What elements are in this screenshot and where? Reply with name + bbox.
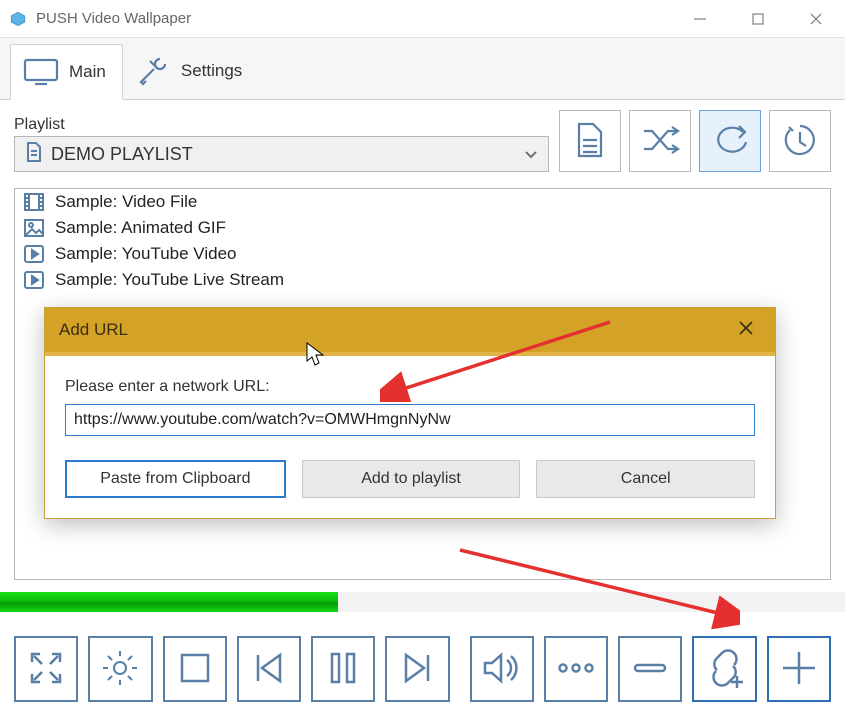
list-item-label: Sample: Video File [55,192,197,212]
list-item-label: Sample: YouTube Video [55,244,236,264]
add-button[interactable] [767,636,831,702]
add-label: Add to playlist [361,470,461,488]
paste-clipboard-button[interactable]: Paste from Clipboard [65,460,286,498]
chevron-down-icon [524,144,538,165]
loop-button[interactable] [699,110,761,172]
title-bar: PUSH Video Wallpaper [0,0,845,38]
playlist-selected: DEMO PLAYLIST [51,144,193,165]
progress-track[interactable] [0,592,845,612]
add-to-playlist-button[interactable]: Add to playlist [302,460,521,498]
bottom-toolbar [0,636,845,702]
url-input[interactable] [65,404,755,436]
list-item[interactable]: Sample: YouTube Live Stream [15,267,830,293]
pause-icon [327,650,359,689]
document-icon [573,120,607,163]
tab-bar: Main Settings [0,38,845,100]
remove-icon [631,661,669,678]
monitor-icon [23,57,59,87]
list-item[interactable]: Sample: YouTube Video [15,241,830,267]
list-item[interactable]: Sample: Animated GIF [15,215,830,241]
tab-settings-label: Settings [181,61,242,81]
film-icon [23,191,45,213]
cancel-button[interactable]: Cancel [536,460,755,498]
timer-button[interactable] [769,110,831,172]
volume-icon [481,650,523,689]
close-icon [738,320,754,341]
list-item-label: Sample: YouTube Live Stream [55,270,284,290]
tools-icon [135,56,171,86]
prev-button[interactable] [237,636,301,702]
play-icon [23,243,45,265]
playlist-select[interactable]: DEMO PLAYLIST [14,136,549,172]
playlist-section: Playlist DEMO PLAYLIST [0,100,845,178]
paste-label: Paste from Clipboard [100,470,250,488]
more-icon [556,661,596,678]
next-icon [398,649,436,690]
prev-icon [250,649,288,690]
fullscreen-button[interactable] [14,636,78,702]
list-item-label: Sample: Animated GIF [55,218,226,238]
close-button[interactable] [787,0,845,37]
list-item[interactable]: Sample: Video File [15,189,830,215]
volume-button[interactable] [470,636,534,702]
window-controls [671,0,845,37]
cancel-label: Cancel [621,470,671,488]
tab-main-label: Main [69,62,106,82]
tab-settings[interactable]: Settings [123,43,258,99]
play-icon [23,269,45,291]
plus-icon [778,647,820,692]
file-icon [25,141,43,168]
dialog-prompt: Please enter a network URL: [65,378,755,396]
add-url-button[interactable] [692,636,756,702]
image-icon [23,217,45,239]
stop-button[interactable] [163,636,227,702]
playlist-new-button[interactable] [559,110,621,172]
tab-main[interactable]: Main [10,44,123,100]
minimize-button[interactable] [671,0,729,37]
fullscreen-icon [26,648,66,691]
next-button[interactable] [385,636,449,702]
dialog-title-bar: Add URL [45,308,775,356]
shuffle-button[interactable] [629,110,691,172]
settings-button[interactable] [88,636,152,702]
dialog-close-button[interactable] [731,315,761,345]
dialog-title: Add URL [59,320,128,340]
maximize-button[interactable] [729,0,787,37]
playlist-label: Playlist [14,116,549,134]
gear-icon [99,647,141,692]
stop-icon [178,651,212,688]
remove-button[interactable] [618,636,682,702]
shuffle-icon [640,123,680,160]
window-title: PUSH Video Wallpaper [36,10,671,27]
loop-icon [709,122,751,161]
more-button[interactable] [544,636,608,702]
pause-button[interactable] [311,636,375,702]
link-add-icon [703,646,747,693]
add-url-dialog: Add URL Please enter a network URL: Past… [44,307,776,519]
progress-fill [0,592,338,612]
timer-icon [780,120,820,163]
app-icon [8,9,28,29]
